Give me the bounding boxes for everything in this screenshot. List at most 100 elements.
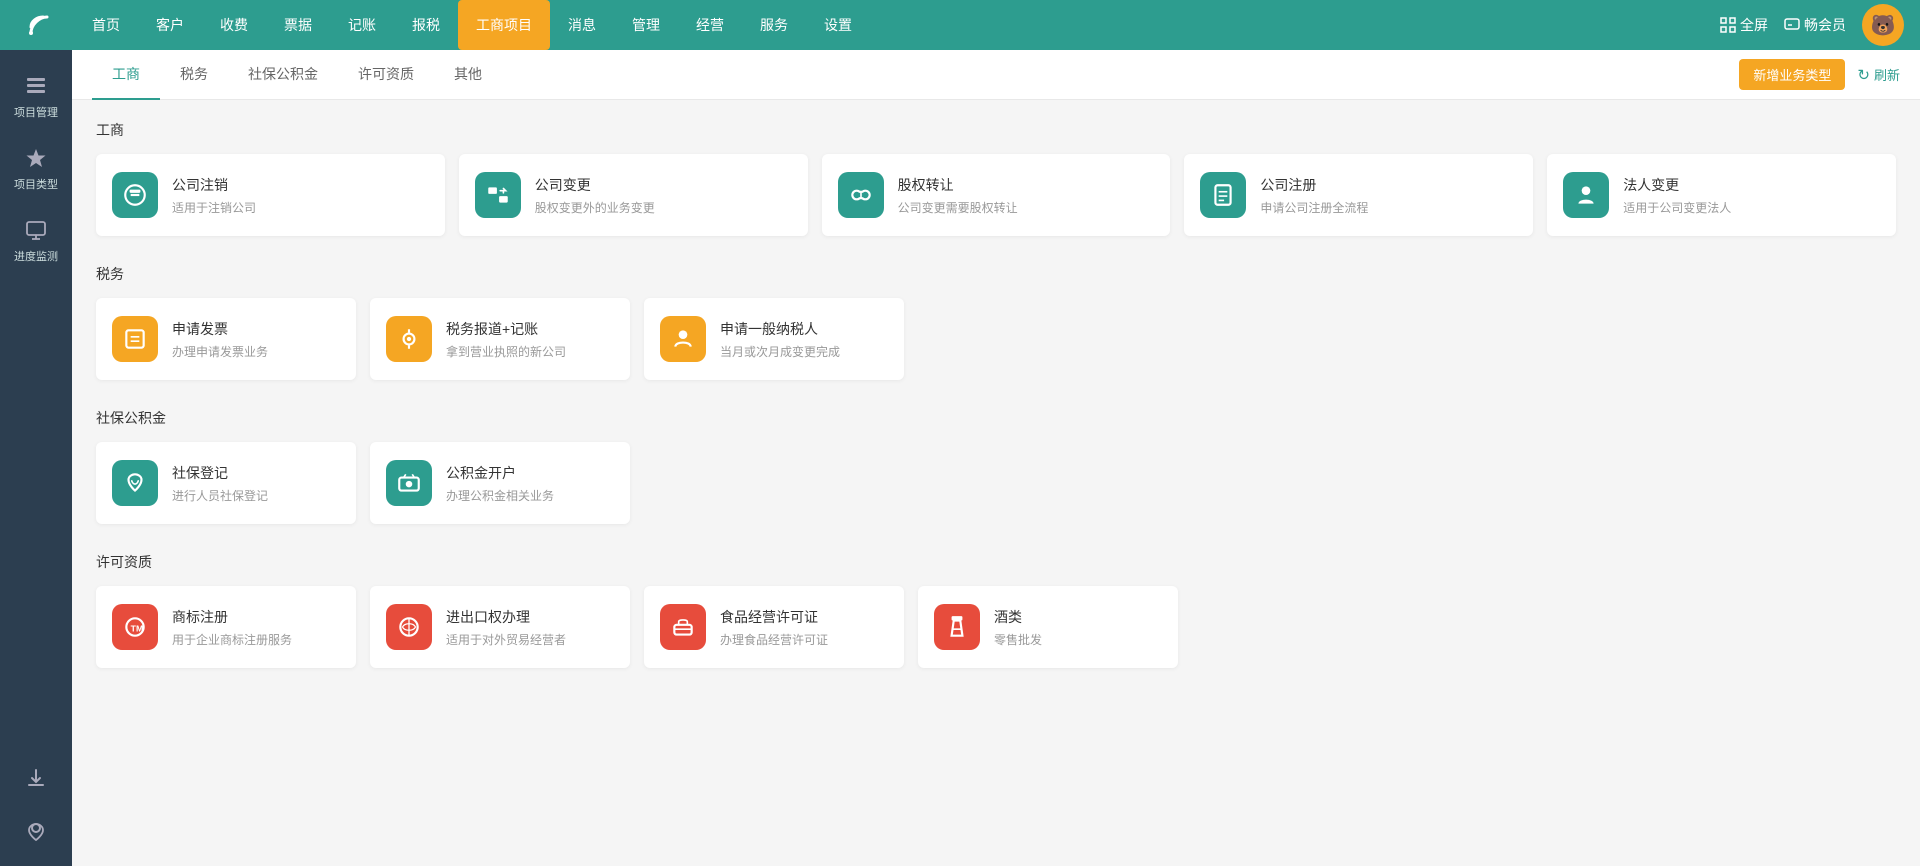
card-社保登记[interactable]: 社保登记进行人员社保登记 [96,442,356,524]
nav-item-消息[interactable]: 消息 [550,0,614,50]
location-icon [22,816,50,844]
card-酒类[interactable]: 酒类零售批发 [918,586,1178,668]
card-公司变更[interactable]: 公司变更股权变更外的业务变更 [459,154,808,236]
section-工商: 工商公司注销适用于注销公司公司变更股权变更外的业务变更股权转让公司变更需要股权转… [96,120,1896,236]
taxreport-icon [386,316,432,362]
card-食品经营许可证[interactable]: 食品经营许可证办理食品经营许可证 [644,586,904,668]
nav-item-管理[interactable]: 管理 [614,0,678,50]
card-desc: 股权变更外的业务变更 [535,199,655,216]
importexport-icon [386,604,432,650]
refresh-button[interactable]: ↻ 刷新 [1857,65,1900,84]
card-title: 食品经营许可证 [720,607,828,627]
nav-item-收费[interactable]: 收费 [202,0,266,50]
card-desc: 公司变更需要股权转让 [898,199,1018,216]
card-公司注册[interactable]: 公司注册申请公司注册全流程 [1184,154,1533,236]
tab-社保公积金[interactable]: 社保公积金 [228,50,338,100]
taxpayer-icon [660,316,706,362]
star-icon [22,144,50,172]
nav-items: 首页客户收费票据记账报税工商项目消息管理经营服务设置 [74,0,1720,50]
mascot-avatar: 🐻 [1862,4,1904,46]
cards-grid: 社保登记进行人员社保登记公积金开户办理公积金相关业务 [96,442,1896,524]
section-社保公积金: 社保公积金社保登记进行人员社保登记公积金开户办理公积金相关业务 [96,408,1896,524]
tab-actions: 新增业务类型 ↻ 刷新 [1739,59,1900,90]
alcohol-icon [934,604,980,650]
cancel-icon [112,172,158,218]
tab-许可资质[interactable]: 许可资质 [338,50,434,100]
card-进出口权办理[interactable]: 进出口权办理适用于对外贸易经营者 [370,586,630,668]
card-title: 股权转让 [898,175,1018,195]
sidebar-item-download[interactable] [0,752,72,804]
tab-工商[interactable]: 工商 [92,50,160,100]
nav-item-票据[interactable]: 票据 [266,0,330,50]
card-法人变更[interactable]: 法人变更适用于公司变更法人 [1547,154,1896,236]
card-公积金开户[interactable]: 公积金开户办理公积金相关业务 [370,442,630,524]
card-title: 商标注册 [172,607,292,627]
section-title: 许可资质 [96,552,1896,572]
legal-icon [1563,172,1609,218]
tab-其他[interactable]: 其他 [434,50,502,100]
card-申请发票[interactable]: 申请发票办理申请发票业务 [96,298,356,380]
sidebar-item-location[interactable] [0,804,72,856]
card-股权转让[interactable]: 股权转让公司变更需要股权转让 [822,154,1171,236]
section-title: 工商 [96,120,1896,140]
change-icon [475,172,521,218]
card-title: 税务报道+记账 [446,319,566,339]
card-desc: 用于企业商标注册服务 [172,631,292,648]
tab-税务[interactable]: 税务 [160,50,228,100]
member-button[interactable]: 畅会员 [1784,15,1846,35]
scroll-content[interactable]: 工商公司注销适用于注销公司公司变更股权变更外的业务变更股权转让公司变更需要股权转… [72,100,1920,866]
card-title: 社保登记 [172,463,268,483]
invoice-icon [112,316,158,362]
section-税务: 税务申请发票办理申请发票业务税务报道+记账拿到营业执照的新公司申请一般纳税人当月… [96,264,1896,380]
card-title: 公积金开户 [446,463,554,483]
nav-item-经营[interactable]: 经营 [678,0,742,50]
social-icon [112,460,158,506]
card-商标注册[interactable]: TM商标注册用于企业商标注册服务 [96,586,356,668]
card-税务报道+记账[interactable]: 税务报道+记账拿到营业执照的新公司 [370,298,630,380]
project-icon [22,72,50,100]
app-logo [16,2,62,48]
section-许可资质: 许可资质TM商标注册用于企业商标注册服务进出口权办理适用于对外贸易经营者食品经营… [96,552,1896,668]
left-sidebar: 项目管理 项目类型 进度监测 [0,50,72,866]
nav-right: 全屏 畅会员 🐻 [1720,4,1904,46]
card-title: 申请一般纳税人 [720,319,840,339]
card-title: 进出口权办理 [446,607,566,627]
tab-bar: 工商税务社保公积金许可资质其他 新增业务类型 ↻ 刷新 [72,50,1920,100]
card-title: 公司变更 [535,175,655,195]
fund-icon [386,460,432,506]
nav-item-客户[interactable]: 客户 [138,0,202,50]
section-title: 社保公积金 [96,408,1896,428]
nav-item-工商项目[interactable]: 工商项目 [458,0,550,50]
monitor-icon [22,216,50,244]
card-title: 公司注册 [1260,175,1368,195]
nav-item-设置[interactable]: 设置 [806,0,870,50]
sidebar-item-project-management[interactable]: 项目管理 [0,60,72,132]
nav-item-首页[interactable]: 首页 [74,0,138,50]
content-area: 工商税务社保公积金许可资质其他 新增业务类型 ↻ 刷新 工商公司注销适用于注销公… [72,50,1920,866]
top-navigation: 首页客户收费票据记账报税工商项目消息管理经营服务设置 全屏 畅会员 🐻 [0,0,1920,50]
download-icon [22,764,50,792]
cards-grid: 申请发票办理申请发票业务税务报道+记账拿到营业执照的新公司申请一般纳税人当月或次… [96,298,1896,380]
nav-item-服务[interactable]: 服务 [742,0,806,50]
nav-item-记账[interactable]: 记账 [330,0,394,50]
card-desc: 适用于对外贸易经营者 [446,631,566,648]
add-type-button[interactable]: 新增业务类型 [1739,59,1845,90]
card-desc: 适用于公司变更法人 [1623,199,1731,216]
card-title: 申请发票 [172,319,268,339]
cards-grid: 公司注销适用于注销公司公司变更股权变更外的业务变更股权转让公司变更需要股权转让公… [96,154,1896,236]
sidebar-item-project-type[interactable]: 项目类型 [0,132,72,204]
card-desc: 零售批发 [994,631,1042,648]
card-desc: 当月或次月成变更完成 [720,343,840,360]
sidebar-item-progress-monitor[interactable]: 进度监测 [0,204,72,276]
card-title: 公司注销 [172,175,256,195]
fullscreen-button[interactable]: 全屏 [1720,15,1768,35]
card-desc: 办理食品经营许可证 [720,631,828,648]
card-申请一般纳税人[interactable]: 申请一般纳税人当月或次月成变更完成 [644,298,904,380]
card-title: 法人变更 [1623,175,1731,195]
cards-grid: TM商标注册用于企业商标注册服务进出口权办理适用于对外贸易经营者食品经营许可证办… [96,586,1896,668]
card-公司注销[interactable]: 公司注销适用于注销公司 [96,154,445,236]
nav-item-报税[interactable]: 报税 [394,0,458,50]
card-desc: 办理申请发票业务 [172,343,268,360]
card-desc: 申请公司注册全流程 [1260,199,1368,216]
card-desc: 适用于注销公司 [172,199,256,216]
